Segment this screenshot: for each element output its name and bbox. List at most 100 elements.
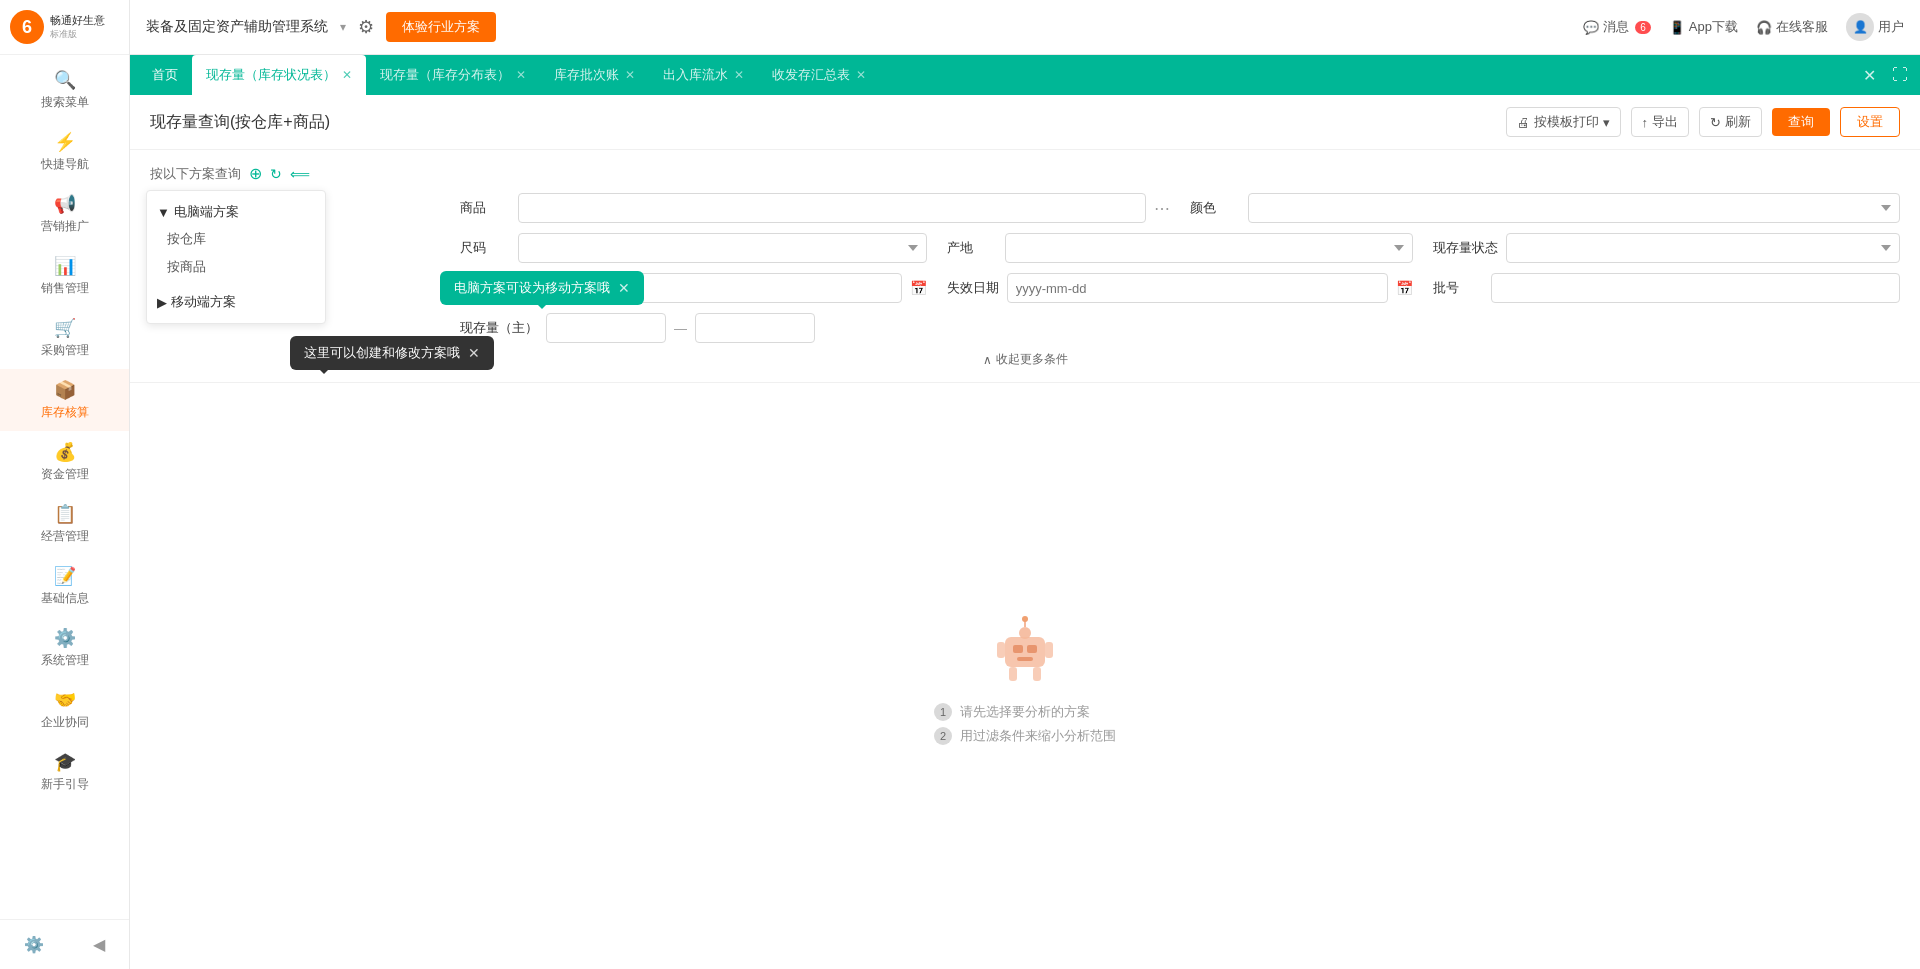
app-download-btn[interactable]: 📱 App下载 (1669, 18, 1738, 36)
tab-inventory-dist[interactable]: 现存量（库存分布表） ✕ (366, 55, 540, 95)
filter-refresh-btn[interactable]: ↻ (270, 166, 282, 182)
tab-close-icon[interactable]: ✕ (342, 68, 352, 82)
system-dropdown-icon[interactable]: ▾ (340, 20, 346, 34)
refresh-btn[interactable]: ↻ 刷新 (1699, 107, 1762, 137)
sidebar: 6 畅通好生意 标准版 🔍 搜索菜单 ⚡ 快捷导航 📢 营销推广 📊 销售管理 … (0, 0, 130, 969)
expdate-calendar-icon[interactable]: 📅 (1396, 280, 1413, 296)
sidebar-item-finance[interactable]: 💰 资金管理 (0, 431, 129, 493)
notification-btn[interactable]: 💬 消息 6 (1583, 18, 1651, 36)
tabs-right: ✕ ⛶ (1859, 62, 1912, 89)
tab-home[interactable]: 首页 (138, 55, 192, 95)
logo-name: 畅通好生意 (50, 13, 105, 27)
operation-icon: 📋 (54, 503, 76, 525)
industry-btn[interactable]: 体验行业方案 (386, 12, 496, 42)
svg-rect-3 (1017, 657, 1033, 661)
user-btn[interactable]: 👤 用户 (1846, 13, 1904, 41)
sidebar-item-quicknav[interactable]: ⚡ 快捷导航 (0, 121, 129, 183)
field-batch-label: 批号 (1433, 279, 1483, 297)
tab-summary[interactable]: 收发存汇总表 ✕ (758, 55, 880, 95)
sidebar-item-purchase[interactable]: 🛒 采购管理 (0, 307, 129, 369)
filter-label-text: 按以下方案查询 (150, 165, 241, 183)
tab-close-all-btn[interactable]: ✕ (1859, 62, 1880, 89)
scheme-item-goods[interactable]: 按商品 (147, 253, 325, 281)
filter-row4: 现存量（主） — (460, 313, 1900, 343)
notification-badge: 6 (1635, 21, 1651, 34)
page-inner: 现存量查询(按仓库+商品) 🖨 按模板打印 ▾ ↑ 导出 ↻ 刷新 (130, 95, 1920, 969)
sidebar-settings-btn[interactable]: ⚙️ (19, 930, 49, 959)
notification-icon: 💬 (1583, 20, 1599, 35)
field-expdate-input[interactable] (1007, 273, 1389, 303)
sidebar-item-label: 搜索菜单 (41, 94, 89, 111)
filter-group-status: 现存量状态 (1433, 233, 1900, 263)
tab-fullscreen-btn[interactable]: ⛶ (1888, 62, 1912, 88)
top-header: 装备及固定资产辅助管理系统 ▾ ⚙ 体验行业方案 💬 消息 6 📱 App下载 … (130, 0, 1920, 55)
print-icon: 🖨 (1517, 115, 1530, 130)
field-qty-max-input[interactable] (695, 313, 815, 343)
field-goods-label: 商品 (460, 199, 510, 217)
sidebar-item-sales[interactable]: 📊 销售管理 (0, 245, 129, 307)
tab-label: 出入库流水 (663, 66, 728, 84)
sidebar-item-baseinfo[interactable]: 📝 基础信息 (0, 555, 129, 617)
sidebar-collapse-btn[interactable]: ◀ (88, 930, 110, 959)
sidebar-logo: 6 畅通好生意 标准版 (0, 0, 129, 55)
scheme-item-label: 按商品 (167, 259, 206, 274)
print-btn[interactable]: 🖨 按模板打印 ▾ (1506, 107, 1621, 137)
tab-batch[interactable]: 库存批次账 ✕ (540, 55, 649, 95)
tab-close-icon[interactable]: ✕ (856, 68, 866, 82)
field-size-select[interactable] (518, 233, 927, 263)
tab-close-icon[interactable]: ✕ (625, 68, 635, 82)
field-batch-input[interactable] (1491, 273, 1900, 303)
tooltip-scheme1: 电脑方案可设为移动方案哦 ✕ (440, 271, 644, 305)
settings-btn[interactable]: 设置 (1840, 107, 1900, 137)
scheme-item-warehouse[interactable]: 按仓库 (147, 225, 325, 253)
tab-label: 收发存汇总表 (772, 66, 850, 84)
mobile-scheme-label: 移动端方案 (171, 293, 236, 311)
svg-point-6 (1022, 616, 1028, 622)
field-origin-select[interactable] (1005, 233, 1414, 263)
logo-icon: 6 (10, 10, 44, 44)
tip-num-1: 1 (934, 703, 952, 721)
tab-flow[interactable]: 出入库流水 ✕ (649, 55, 758, 95)
tab-inventory-status[interactable]: 现存量（库存状况表） ✕ (192, 55, 366, 95)
mobile-scheme-header[interactable]: ▶ 移动端方案 (147, 289, 325, 315)
field-status-select[interactable] (1506, 233, 1900, 263)
tabs-bar: 首页 现存量（库存状况表） ✕ 现存量（库存分布表） ✕ 库存批次账 ✕ 出入库… (130, 55, 1920, 95)
proddate-calendar-icon[interactable]: 📅 (910, 280, 927, 296)
tooltip-text2: 这里可以创建和修改方案哦 (304, 344, 460, 362)
sidebar-item-system[interactable]: ⚙️ 系统管理 (0, 617, 129, 679)
filter-label-row: 按以下方案查询 ⊕ ↻ ⟸ (150, 164, 1900, 183)
field-color-select[interactable] (1248, 193, 1900, 223)
page-title: 现存量查询(按仓库+商品) (150, 112, 330, 133)
desktop-scheme-label: 电脑端方案 (174, 203, 239, 221)
sidebar-item-marketing[interactable]: 📢 营销推广 (0, 183, 129, 245)
tooltip2-close-btn[interactable]: ✕ (468, 345, 480, 361)
service-btn[interactable]: 🎧 在线客服 (1756, 18, 1828, 36)
filter-arrow-btn[interactable]: ⟸ (290, 166, 310, 182)
export-btn[interactable]: ↑ 导出 (1631, 107, 1690, 137)
sidebar-item-operation[interactable]: 📋 经营管理 (0, 493, 129, 555)
sidebar-item-inventory[interactable]: 📦 库存核算 (0, 369, 129, 431)
tab-close-icon[interactable]: ✕ (734, 68, 744, 82)
desktop-scheme-header[interactable]: ▼ 电脑端方案 (147, 199, 325, 225)
sidebar-item-search[interactable]: 🔍 搜索菜单 (0, 59, 129, 121)
filter-rows: 商品 ⋯ 颜色 尺码 (460, 193, 1900, 343)
field-qty-min-input[interactable] (546, 313, 666, 343)
filter-group-size: 尺码 (460, 233, 927, 263)
field-size-label: 尺码 (460, 239, 510, 257)
sidebar-item-enterprise[interactable]: 🤝 企业协同 (0, 679, 129, 741)
field-expdate-label: 失效日期 (947, 279, 999, 297)
filter-add-btn[interactable]: ⊕ (249, 164, 262, 183)
field-goods-input[interactable] (518, 193, 1146, 223)
query-btn[interactable]: 查询 (1772, 108, 1830, 136)
collapse-icon: ∧ (983, 353, 992, 367)
header-settings-btn[interactable]: ⚙ (358, 16, 374, 38)
system-name: 装备及固定资产辅助管理系统 (146, 18, 328, 36)
tab-close-icon[interactable]: ✕ (516, 68, 526, 82)
logo-text-block: 畅通好生意 标准版 (50, 13, 105, 40)
tooltip1-close-btn[interactable]: ✕ (618, 280, 630, 296)
sidebar-item-guide[interactable]: 🎓 新手引导 (0, 741, 129, 803)
tooltip-text1: 电脑方案可设为移动方案哦 (454, 279, 610, 297)
goods-more-icon[interactable]: ⋯ (1154, 199, 1170, 218)
app-icon: 📱 (1669, 20, 1685, 35)
empty-state: 1 请先选择要分析的方案 2 用过滤条件来缩小分析范围 (934, 607, 1116, 745)
